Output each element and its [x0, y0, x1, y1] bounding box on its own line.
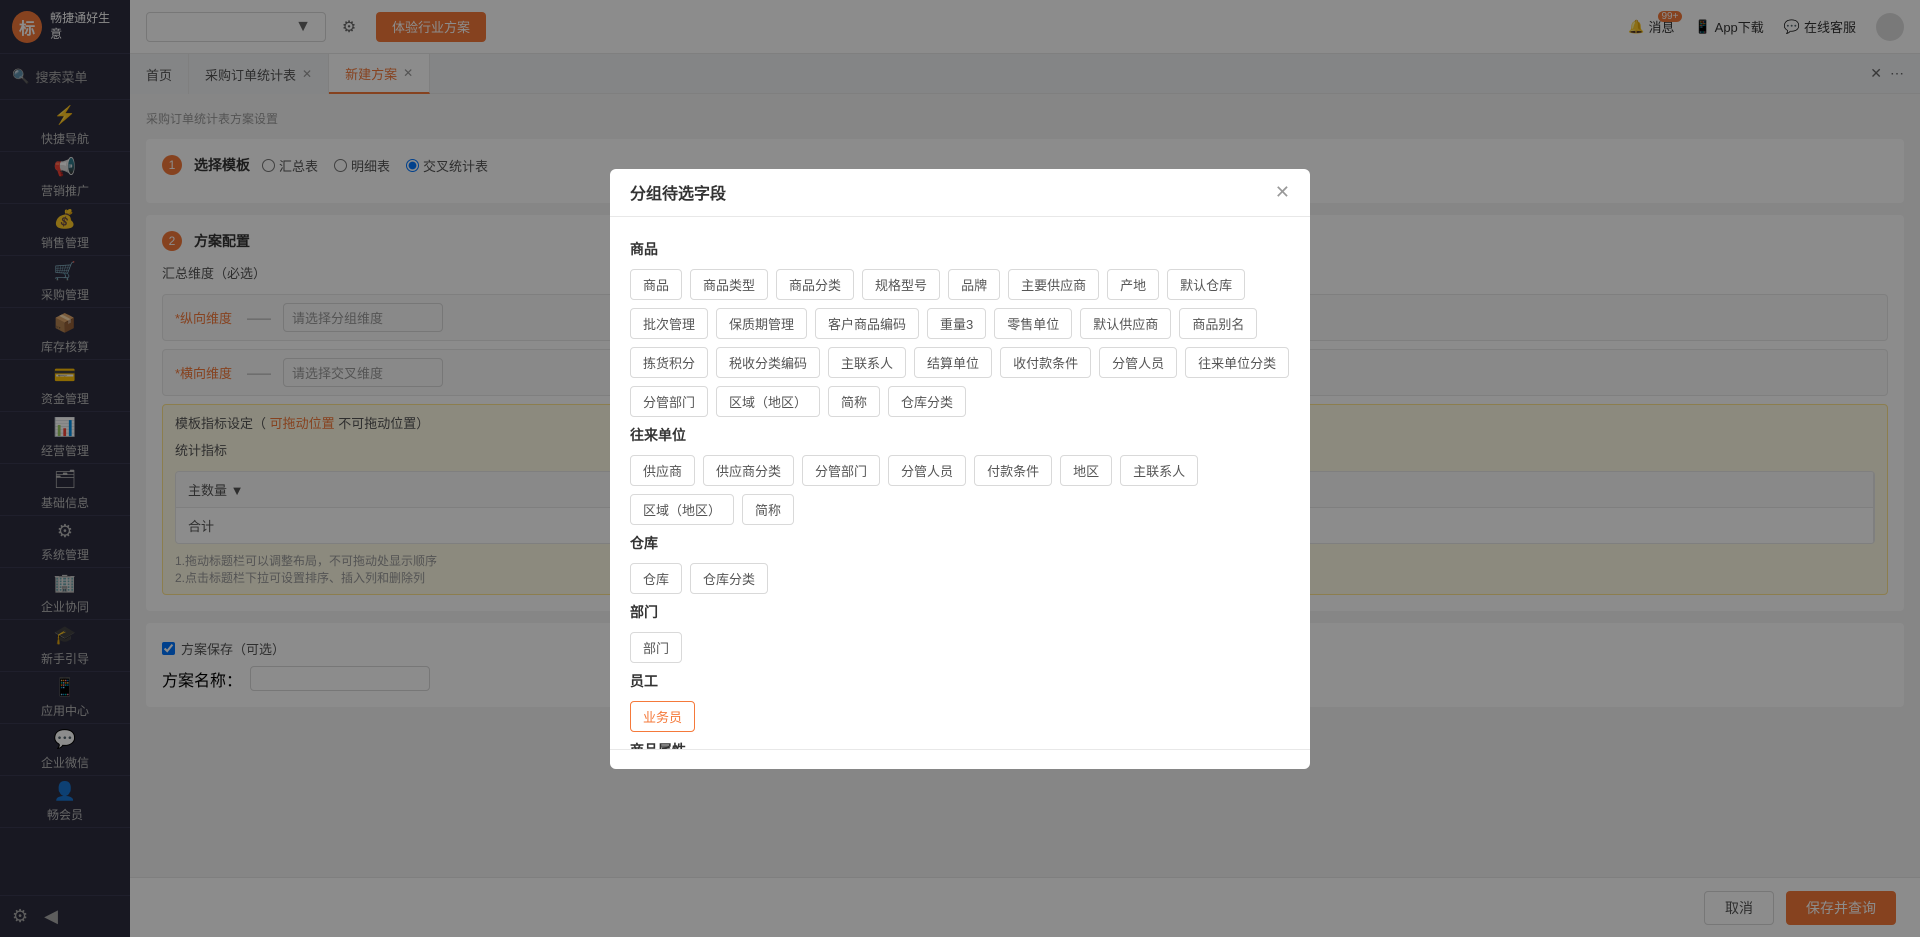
- modal-dialog: 分组待选字段 ✕ 商品商品商品类型商品分类规格型号品牌主要供应商产地默认仓库批次…: [610, 169, 1310, 769]
- field-tag-付款条件[interactable]: 付款条件: [974, 455, 1052, 486]
- modal-footer: [610, 749, 1310, 769]
- field-tag-保质期管理[interactable]: 保质期管理: [716, 308, 807, 339]
- modal-section-title-warehouse: 仓库: [630, 533, 1290, 553]
- modal-header: 分组待选字段 ✕: [610, 169, 1310, 217]
- modal-section-fields-staff: 业务员: [630, 701, 1290, 732]
- field-tag-部门[interactable]: 部门: [630, 632, 682, 663]
- field-tag-分管部门[interactable]: 分管部门: [630, 386, 708, 417]
- modal-section-fields-dept: 部门: [630, 632, 1290, 663]
- field-tag-主联系人[interactable]: 主联系人: [1120, 455, 1198, 486]
- field-tag-商品别名[interactable]: 商品别名: [1179, 308, 1257, 339]
- field-tag-重量3[interactable]: 重量3: [927, 308, 986, 339]
- field-tag-业务员[interactable]: 业务员: [630, 701, 695, 732]
- field-tag-收付款条件[interactable]: 收付款条件: [1000, 347, 1091, 378]
- field-tag-供应商分类[interactable]: 供应商分类: [703, 455, 794, 486]
- modal-body: 商品商品商品类型商品分类规格型号品牌主要供应商产地默认仓库批次管理保质期管理客户…: [610, 217, 1310, 749]
- field-tag-简称[interactable]: 简称: [742, 494, 794, 525]
- field-tag-分管人员[interactable]: 分管人员: [888, 455, 966, 486]
- field-tag-税收分类编码[interactable]: 税收分类编码: [716, 347, 820, 378]
- modal-title: 分组待选字段: [630, 180, 726, 204]
- field-tag-分管人员[interactable]: 分管人员: [1099, 347, 1177, 378]
- field-tag-规格型号[interactable]: 规格型号: [862, 269, 940, 300]
- modal-section-title-goods: 商品: [630, 239, 1290, 259]
- field-tag-仓库分类[interactable]: 仓库分类: [690, 563, 768, 594]
- modal-section-fields-warehouse: 仓库仓库分类: [630, 563, 1290, 594]
- field-tag-地区[interactable]: 地区: [1060, 455, 1112, 486]
- field-tag-商品类型[interactable]: 商品类型: [690, 269, 768, 300]
- field-tag-产地[interactable]: 产地: [1107, 269, 1159, 300]
- modal-section-title-partner: 往来单位: [630, 425, 1290, 445]
- field-tag-分管部门[interactable]: 分管部门: [802, 455, 880, 486]
- field-tag-供应商[interactable]: 供应商: [630, 455, 695, 486]
- field-tag-商品[interactable]: 商品: [630, 269, 682, 300]
- field-tag-默认供应商[interactable]: 默认供应商: [1080, 308, 1171, 339]
- field-tag-仓库分类[interactable]: 仓库分类: [888, 386, 966, 417]
- field-tag-仓库[interactable]: 仓库: [630, 563, 682, 594]
- field-tag-商品分类[interactable]: 商品分类: [776, 269, 854, 300]
- modal-section-title-product-attrs: 商品属性: [630, 740, 1290, 749]
- field-tag-批次管理[interactable]: 批次管理: [630, 308, 708, 339]
- field-tag-品牌[interactable]: 品牌: [948, 269, 1000, 300]
- modal-section-title-dept: 部门: [630, 602, 1290, 622]
- field-tag-往来单位分类[interactable]: 往来单位分类: [1185, 347, 1289, 378]
- field-tag-拣货积分[interactable]: 拣货积分: [630, 347, 708, 378]
- field-tag-主要供应商[interactable]: 主要供应商: [1008, 269, 1099, 300]
- field-tag-简称[interactable]: 简称: [828, 386, 880, 417]
- field-tag-零售单位[interactable]: 零售单位: [994, 308, 1072, 339]
- modal-section-fields-partner: 供应商供应商分类分管部门分管人员付款条件地区主联系人区域（地区） 简称: [630, 455, 1290, 525]
- modal-close-icon[interactable]: ✕: [1275, 182, 1290, 203]
- field-tag-客户商品编码[interactable]: 客户商品编码: [815, 308, 919, 339]
- field-tag-主联系人[interactable]: 主联系人: [828, 347, 906, 378]
- modal-section-fields-goods: 商品商品类型商品分类规格型号品牌主要供应商产地默认仓库批次管理保质期管理客户商品…: [630, 269, 1290, 417]
- field-tag-区域（地区）[interactable]: 区域（地区）: [630, 494, 734, 525]
- field-tag-结算单位[interactable]: 结算单位: [914, 347, 992, 378]
- modal-overlay: 分组待选字段 ✕ 商品商品商品类型商品分类规格型号品牌主要供应商产地默认仓库批次…: [0, 0, 1920, 937]
- field-tag-区域（地区）[interactable]: 区域（地区）: [716, 386, 820, 417]
- field-tag-默认仓库[interactable]: 默认仓库: [1167, 269, 1245, 300]
- modal-section-title-staff: 员工: [630, 671, 1290, 691]
